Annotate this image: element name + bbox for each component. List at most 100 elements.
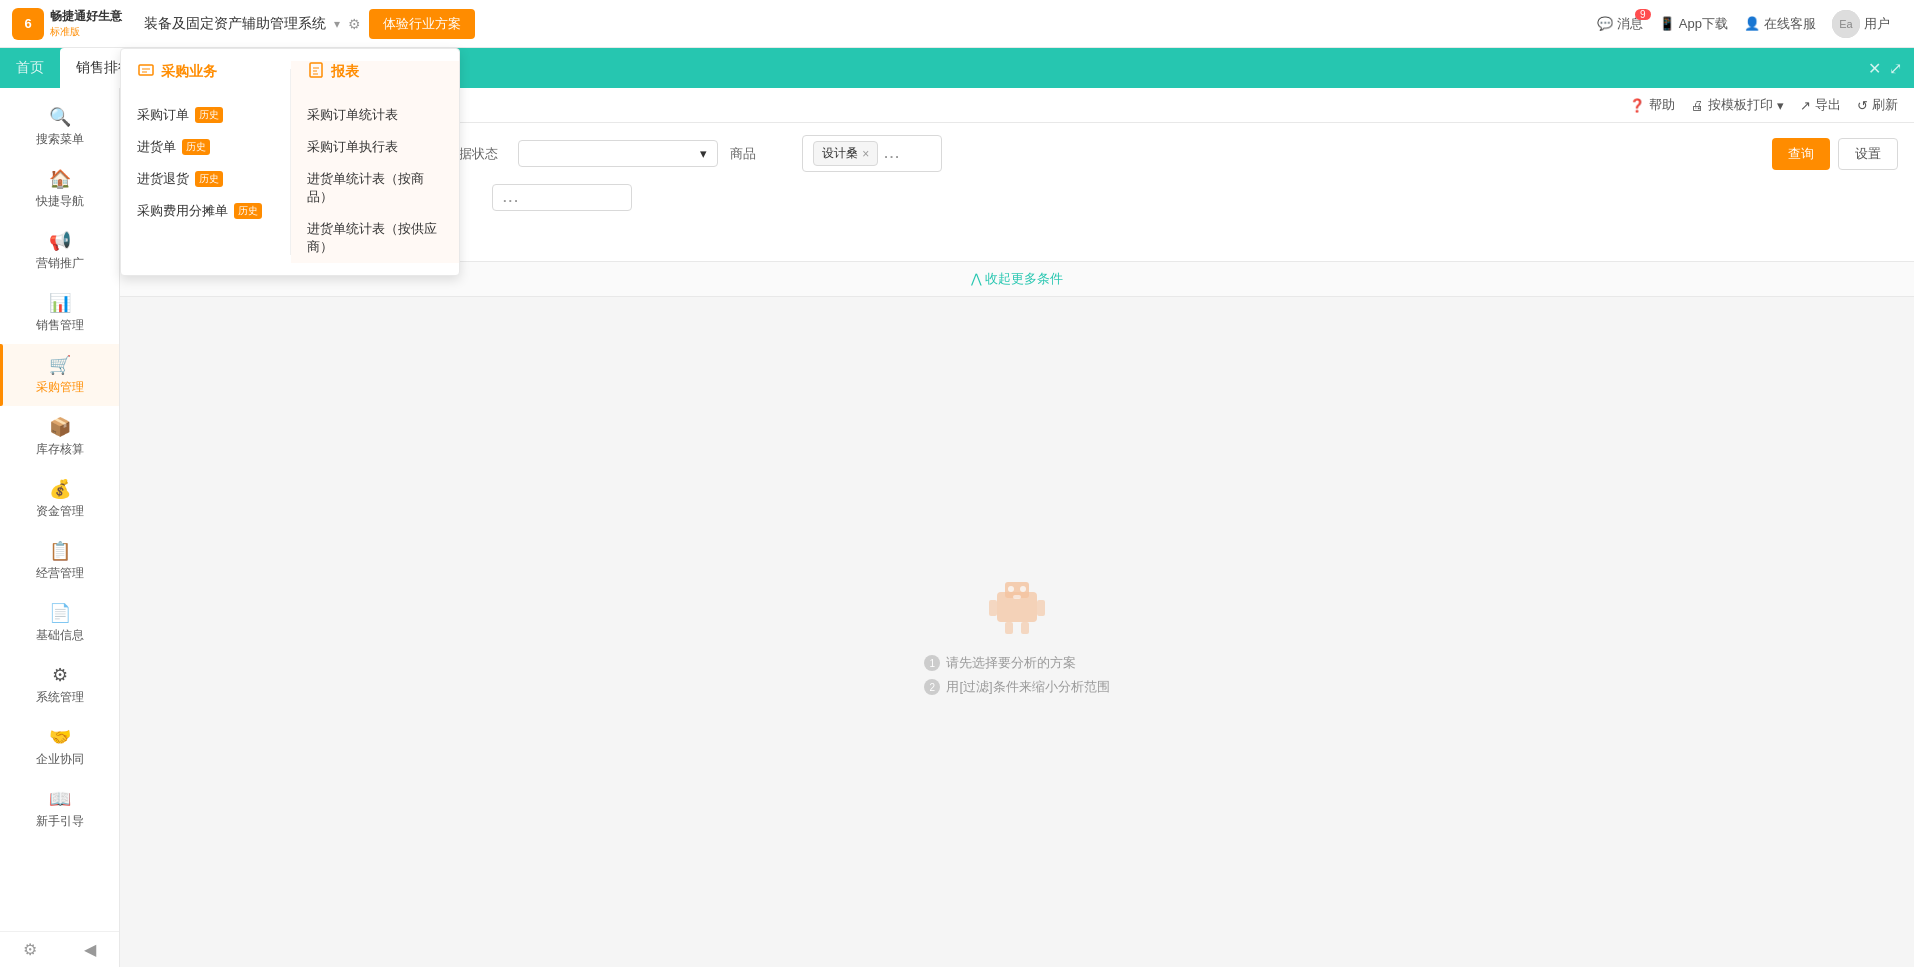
svg-rect-11 <box>1005 622 1013 634</box>
dropdown-purchase-title: 采购业务 <box>137 61 274 89</box>
stock-stat-goods-label: 进货单统计表（按商品） <box>307 170 444 206</box>
query-btn[interactable]: 查询 <box>1772 138 1830 170</box>
refresh-btn[interactable]: ↺ 刷新 <box>1857 96 1898 114</box>
system-title-text: 装备及固定资产辅助管理系统 <box>144 15 326 33</box>
dropdown-item-stock-return[interactable]: 进货退货 历史 <box>137 163 274 195</box>
sidebar-collapse-btn[interactable]: ◀ <box>84 940 96 959</box>
dropdown-item-purchase-order-exec[interactable]: 采购订单执行表 <box>307 131 444 163</box>
sidebar-label-sales: 销售管理 <box>36 317 84 334</box>
goods-input[interactable]: 设计桑 × ... <box>802 135 942 172</box>
app-download-label: App下载 <box>1679 15 1728 33</box>
sidebar: 🔍 搜索菜单 🏠 快捷导航 📢 营销推广 📊 销售管理 🛒 采购管理 📦 库存核… <box>0 88 120 967</box>
print-icon: 🖨 <box>1691 98 1704 113</box>
gear-icon[interactable]: ⚙ <box>348 16 361 32</box>
goods-tag-label: 设计桑 <box>822 145 858 162</box>
sidebar-label-finance: 资金管理 <box>36 503 84 520</box>
sidebar-label-enterprise: 企业协同 <box>36 751 84 768</box>
dropdown-item-purchase-order[interactable]: 采购订单 历史 <box>137 99 274 131</box>
dropdown-purchase-title-text: 采购业务 <box>161 63 217 81</box>
system-icon: ⚙ <box>52 664 68 686</box>
print-dropdown-icon: ▾ <box>1777 98 1784 113</box>
top-right-area: 💬 消息 9 📱 App下载 👤 在线客服 Ea 用户 <box>1597 10 1902 38</box>
goods-dots[interactable]: ... <box>884 146 901 161</box>
salesperson-input[interactable]: ... <box>492 184 632 211</box>
industry-btn[interactable]: 体验行业方案 <box>369 9 475 39</box>
dropdown-arrow-icon[interactable]: ▾ <box>334 17 340 31</box>
tab-home-label: 首页 <box>16 59 44 77</box>
message-btn[interactable]: 💬 消息 9 <box>1597 15 1643 33</box>
newbie-icon: 📖 <box>49 788 71 810</box>
message-badge: 9 <box>1635 9 1651 20</box>
sidebar-item-enterprise[interactable]: 🤝 企业协同 <box>0 716 119 778</box>
dropdown-item-purchase-order-stat[interactable]: 采购订单统计表 <box>307 99 444 131</box>
dropdown-item-stock-stat-supplier[interactable]: 进货单统计表（按供应商） <box>307 213 444 263</box>
empty-tip-2: 2 用[过滤]条件来缩小分析范围 <box>924 678 1109 696</box>
dropdown-item-stock-in[interactable]: 进货单 历史 <box>137 131 274 163</box>
sidebar-item-marketing[interactable]: 📢 营销推广 <box>0 220 119 282</box>
sidebar-bottom: ⚙ ◀ <box>0 931 119 967</box>
sidebar-item-system[interactable]: ⚙ 系统管理 <box>0 654 119 716</box>
svg-rect-13 <box>139 65 153 75</box>
setting-btn[interactable]: 设置 <box>1838 138 1898 170</box>
app-badge: 标准版 <box>50 25 122 39</box>
sidebar-item-search[interactable]: 🔍 搜索菜单 <box>0 96 119 158</box>
collapse-label: 收起更多条件 <box>985 271 1063 286</box>
export-btn[interactable]: ↗ 导出 <box>1800 96 1841 114</box>
print-template-btn[interactable]: 🖨 按模板打印 ▾ <box>1691 96 1784 114</box>
status-dropdown-icon: ▾ <box>700 146 707 161</box>
sidebar-item-operations[interactable]: 📋 经营管理 <box>0 530 119 592</box>
marketing-icon: 📢 <box>49 230 71 252</box>
sidebar-label-marketing: 营销推广 <box>36 255 84 272</box>
empty-tips-list: 1 请先选择要分析的方案 2 用[过滤]条件来缩小分析范围 <box>924 654 1109 702</box>
sidebar-label-operations: 经营管理 <box>36 565 84 582</box>
svg-rect-14 <box>310 63 322 77</box>
sidebar-item-newbie[interactable]: 📖 新手引导 <box>0 778 119 840</box>
salesperson-dots[interactable]: ... <box>503 190 520 205</box>
sidebar-item-quick-nav[interactable]: 🏠 快捷导航 <box>0 158 119 220</box>
maximize-btn[interactable]: ⤢ <box>1889 59 1902 78</box>
sidebar-label-system: 系统管理 <box>36 689 84 706</box>
help-icon: ❓ <box>1629 98 1645 113</box>
online-service-label: 在线客服 <box>1764 15 1816 33</box>
sidebar-item-base-info[interactable]: 📄 基础信息 <box>0 592 119 654</box>
close-window-btn[interactable]: ✕ <box>1868 59 1881 78</box>
empty-state: 1 请先选择要分析的方案 2 用[过滤]条件来缩小分析范围 <box>120 297 1914 967</box>
help-btn[interactable]: ❓ 帮助 <box>1629 96 1675 114</box>
dropdown-columns: 采购业务 采购订单 历史 进货单 历史 进货退货 历史 采购费用分摊单 历史 <box>121 61 459 263</box>
status-select[interactable]: ▾ <box>518 140 718 167</box>
empty-tip-1: 1 请先选择要分析的方案 <box>924 654 1109 672</box>
svg-point-7 <box>1020 586 1026 592</box>
dropdown-item-stock-stat-goods[interactable]: 进货单统计表（按商品） <box>307 163 444 213</box>
export-label: 导出 <box>1815 96 1841 114</box>
tab-home[interactable]: 首页 <box>0 48 60 88</box>
sidebar-label-base-info: 基础信息 <box>36 627 84 644</box>
sidebar-item-sales[interactable]: 📊 销售管理 <box>0 282 119 344</box>
user-menu-btn[interactable]: Ea 用户 <box>1832 10 1890 38</box>
sidebar-item-purchase[interactable]: 🛒 采购管理 <box>0 344 119 406</box>
home-icon: 🏠 <box>49 168 71 190</box>
base-info-icon: 📄 <box>49 602 71 624</box>
avatar: Ea <box>1832 10 1860 38</box>
empty-illustration <box>977 562 1057 642</box>
tab-controls: ✕ ⤢ <box>1868 59 1914 78</box>
filter-actions: 查询 设置 <box>1772 138 1898 170</box>
tip1-text: 请先选择要分析的方案 <box>946 654 1076 672</box>
goods-tag-close[interactable]: × <box>862 147 869 161</box>
sidebar-item-inventory[interactable]: 📦 库存核算 <box>0 406 119 468</box>
purchase-expense-label: 采购费用分摊单 <box>137 202 228 220</box>
history-badge-2: 历史 <box>195 171 223 187</box>
dropdown-item-purchase-expense[interactable]: 采购费用分摊单 历史 <box>137 195 274 227</box>
svg-rect-9 <box>989 600 997 616</box>
sidebar-item-finance[interactable]: 💰 资金管理 <box>0 468 119 530</box>
user-label: 用户 <box>1864 15 1890 33</box>
logo-area: 6 畅捷通好生意 标准版 <box>12 8 132 40</box>
app-download-btn[interactable]: 📱 App下载 <box>1659 15 1728 33</box>
stock-stat-supplier-label: 进货单统计表（按供应商） <box>307 220 444 256</box>
svg-rect-10 <box>1037 600 1045 616</box>
online-service-btn[interactable]: 👤 在线客服 <box>1744 15 1816 33</box>
sidebar-settings-btn[interactable]: ⚙ <box>23 940 37 959</box>
svg-rect-8 <box>1013 595 1021 599</box>
svg-text:6: 6 <box>24 16 31 31</box>
history-badge-3: 历史 <box>234 203 262 219</box>
print-template-label: 按模板打印 <box>1708 96 1773 114</box>
